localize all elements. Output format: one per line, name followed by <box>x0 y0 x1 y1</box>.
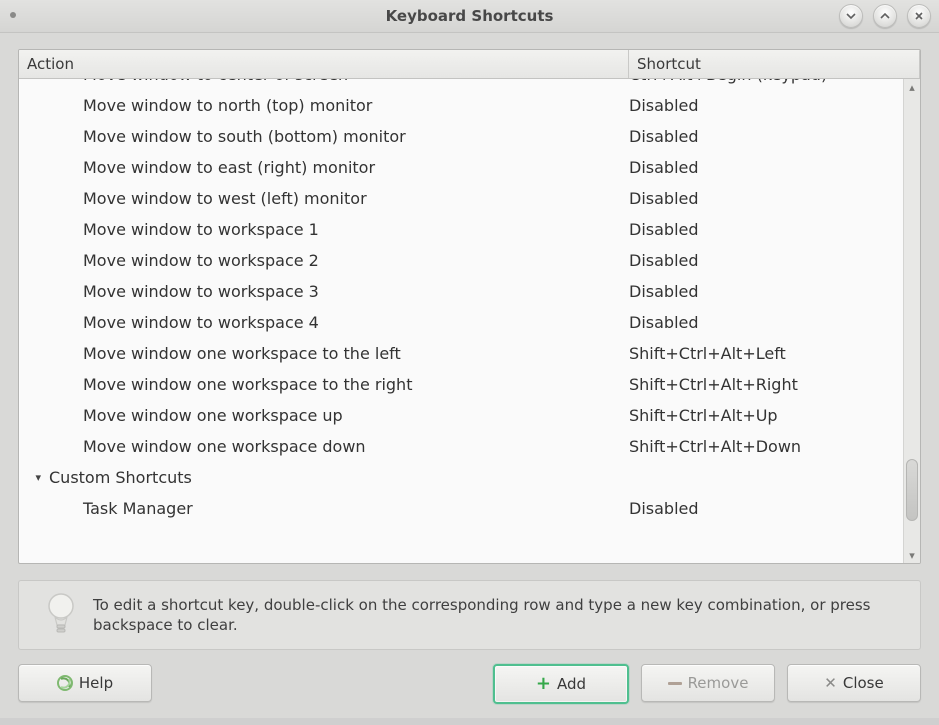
close-button-label: Close <box>843 674 884 692</box>
table-row[interactable]: Move window to workspace 2 Disabled <box>19 245 903 276</box>
vertical-scrollbar[interactable]: ▴ ▾ <box>903 79 920 563</box>
button-bar: Help + Add Remove ✕ Close <box>18 664 921 704</box>
help-button-label: Help <box>79 674 113 692</box>
scroll-down-arrow-icon[interactable]: ▾ <box>904 547 920 563</box>
cell-shortcut: Disabled <box>629 121 903 152</box>
button-spacer <box>164 664 481 704</box>
cell-shortcut: Shift+Ctrl+Alt+Left <box>629 338 903 369</box>
cell-shortcut: Disabled <box>629 245 903 276</box>
maximize-button[interactable] <box>873 4 897 28</box>
close-window-button[interactable] <box>907 4 931 28</box>
plus-icon: + <box>536 675 551 693</box>
chevron-down-icon <box>846 11 856 21</box>
column-header-action[interactable]: Action <box>19 50 629 78</box>
table-body: Move window to center of screen Ctrl+Alt… <box>19 79 903 563</box>
cell-action: Move window to workspace 1 <box>19 214 629 245</box>
shortcuts-table: Action Shortcut Move window to center of… <box>18 49 921 564</box>
cell-shortcut: Ctrl+Alt+Begin (keypad) <box>629 79 903 90</box>
cell-action: Move window to east (right) monitor <box>19 152 629 183</box>
table-row[interactable]: Move window to workspace 1 Disabled <box>19 214 903 245</box>
window-indicator-dot <box>10 12 16 18</box>
lightbulb-icon <box>29 591 93 639</box>
table-row[interactable]: Move window to workspace 3 Disabled <box>19 276 903 307</box>
help-icon <box>57 675 73 691</box>
table-row[interactable]: Move window one workspace down Shift+Ctr… <box>19 431 903 462</box>
remove-button-label: Remove <box>688 674 749 692</box>
cell-action: Move window to workspace 4 <box>19 307 629 338</box>
column-headers: Action Shortcut <box>19 50 920 79</box>
group-label: Custom Shortcuts <box>45 462 192 493</box>
cell-shortcut: Shift+Ctrl+Alt+Right <box>629 369 903 400</box>
minimize-button[interactable] <box>839 4 863 28</box>
cell-action: Move window to workspace 3 <box>19 276 629 307</box>
remove-button: Remove <box>641 664 775 702</box>
cell-shortcut: Disabled <box>629 152 903 183</box>
cell-action: Move window to north (top) monitor <box>19 90 629 121</box>
hint-text: To edit a shortcut key, double-click on … <box>93 595 904 636</box>
scroll-up-arrow-icon[interactable]: ▴ <box>904 79 920 95</box>
window: Keyboard Shortcuts Action Shortcut <box>0 0 939 718</box>
window-controls <box>839 4 931 28</box>
x-icon <box>914 11 924 21</box>
table-row[interactable]: Move window one workspace up Shift+Ctrl+… <box>19 400 903 431</box>
table-body-wrap: Move window to center of screen Ctrl+Alt… <box>19 79 920 563</box>
cell-shortcut: Shift+Ctrl+Alt+Down <box>629 431 903 462</box>
cell-shortcut: Disabled <box>629 90 903 121</box>
window-title: Keyboard Shortcuts <box>386 7 554 25</box>
table-row[interactable]: Move window to west (left) monitor Disab… <box>19 183 903 214</box>
cell-action: Move window to west (left) monitor <box>19 183 629 214</box>
close-button[interactable]: ✕ Close <box>787 664 921 702</box>
close-icon: ✕ <box>824 674 837 692</box>
table-row[interactable]: Task Manager Disabled <box>19 493 903 524</box>
cell-action: Move window one workspace down <box>19 431 629 462</box>
help-button[interactable]: Help <box>18 664 152 702</box>
cell-shortcut: Disabled <box>629 493 903 524</box>
add-button-label: Add <box>557 675 586 693</box>
table-row[interactable]: Move window one workspace to the left Sh… <box>19 338 903 369</box>
expander-triangle-icon: ▾ <box>19 462 45 493</box>
table-row[interactable]: Move window to center of screen Ctrl+Alt… <box>19 79 903 90</box>
table-row[interactable]: Move window one workspace to the right S… <box>19 369 903 400</box>
cell-shortcut: Disabled <box>629 183 903 214</box>
cell-action: Move window to center of screen <box>19 79 629 90</box>
cell-action: Move window one workspace to the right <box>19 369 629 400</box>
cell-action: Move window to workspace 2 <box>19 245 629 276</box>
table-row[interactable]: Move window to east (right) monitor Disa… <box>19 152 903 183</box>
column-header-shortcut[interactable]: Shortcut <box>629 50 920 78</box>
cell-shortcut: Disabled <box>629 307 903 338</box>
cell-action: Move window to south (bottom) monitor <box>19 121 629 152</box>
cell-shortcut: Shift+Ctrl+Alt+Up <box>629 400 903 431</box>
cell-action: Task Manager <box>19 493 629 524</box>
cell-action: Move window one workspace to the left <box>19 338 629 369</box>
table-row[interactable]: Move window to south (bottom) monitor Di… <box>19 121 903 152</box>
cell-shortcut: Disabled <box>629 214 903 245</box>
add-button[interactable]: + Add <box>493 664 629 704</box>
chevron-up-icon <box>880 11 890 21</box>
table-row[interactable]: Move window to north (top) monitor Disab… <box>19 90 903 121</box>
hint-panel: To edit a shortcut key, double-click on … <box>18 580 921 650</box>
titlebar: Keyboard Shortcuts <box>0 0 939 33</box>
content-area: Action Shortcut Move window to center of… <box>0 33 939 718</box>
table-row[interactable]: Move window to workspace 4 Disabled <box>19 307 903 338</box>
minus-icon <box>668 682 682 685</box>
cell-action: Move window one workspace up <box>19 400 629 431</box>
scrollbar-thumb[interactable] <box>906 459 918 521</box>
cell-shortcut: Disabled <box>629 276 903 307</box>
group-header-custom-shortcuts[interactable]: ▾ Custom Shortcuts <box>19 462 903 493</box>
